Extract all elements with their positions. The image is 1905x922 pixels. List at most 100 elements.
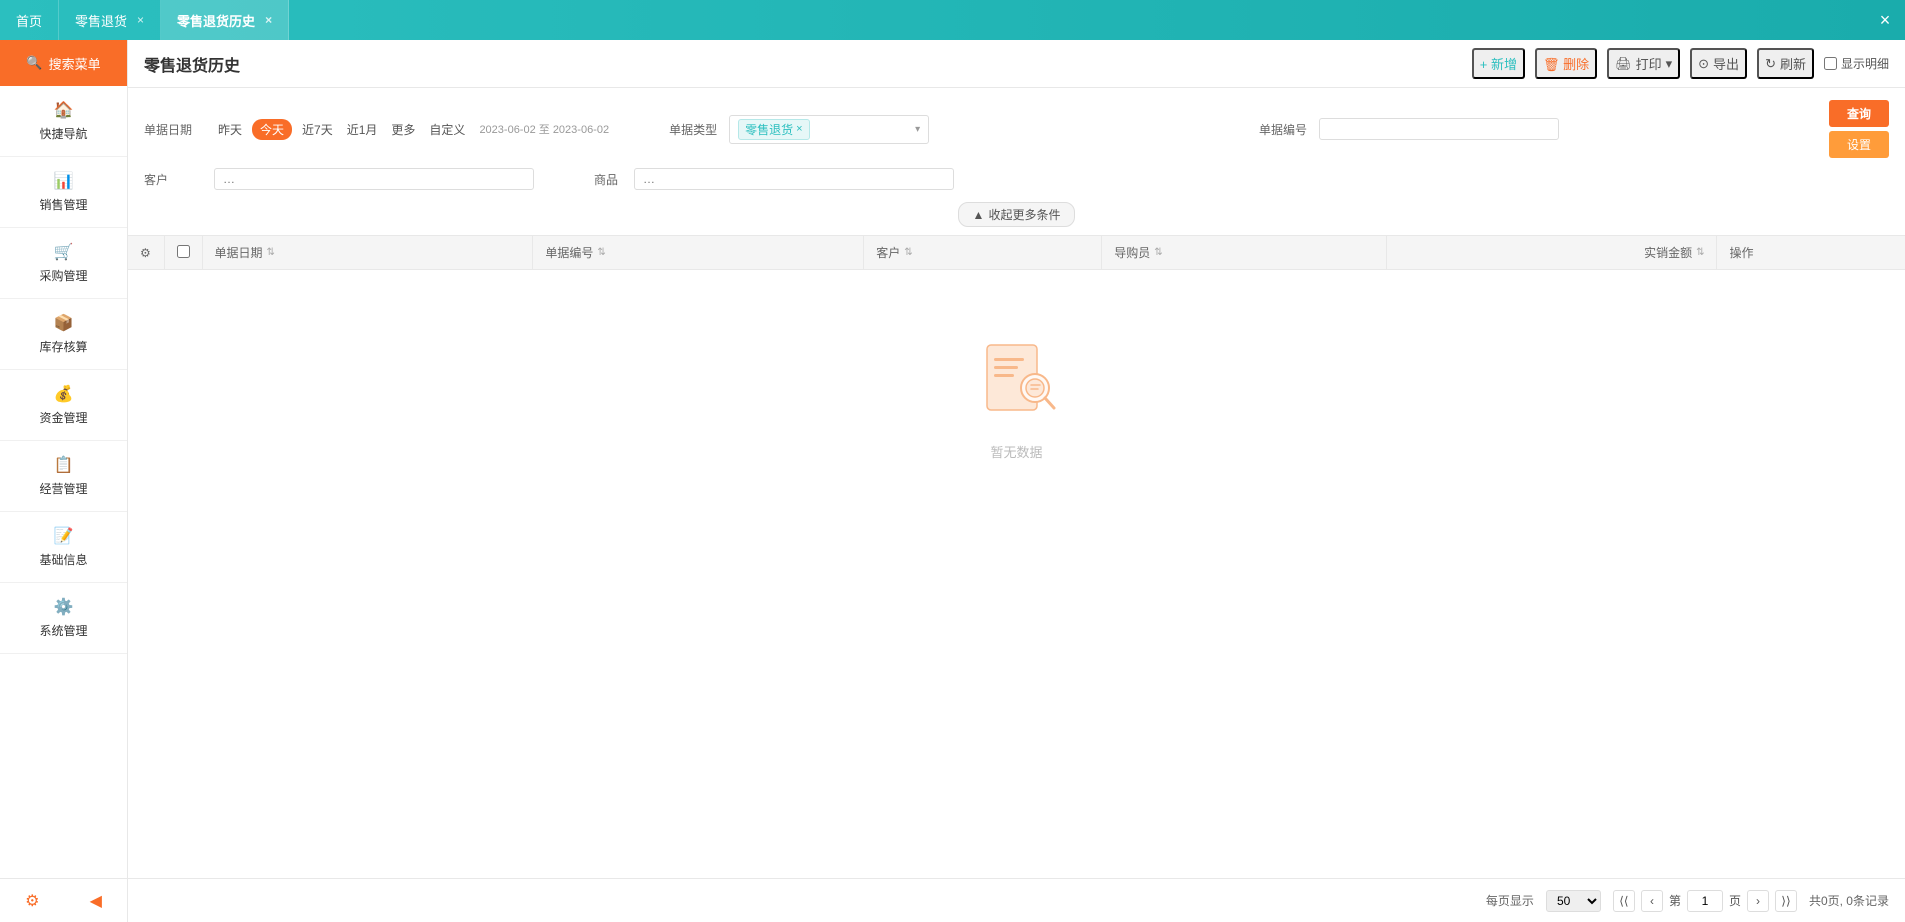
first-page-button[interactable]: ⟨⟨	[1613, 890, 1635, 912]
collapse-label: 收起更多条件	[988, 206, 1060, 223]
sidebar-item-operation[interactable]: 📋 经营管理	[0, 441, 127, 512]
type-select-box[interactable]: 零售退货 × ▾	[729, 115, 929, 144]
th-amount: 实销金额 ⇅	[1386, 236, 1717, 270]
date-filter-label: 单据日期	[144, 121, 214, 138]
select-all-checkbox[interactable]	[177, 245, 190, 258]
top-bar: 首页 零售退货 × 零售退货历史 × ×	[0, 0, 1905, 40]
sidebar-item-label: 销售管理	[39, 196, 87, 213]
query-button[interactable]: 查询	[1829, 100, 1889, 127]
date-option-yesterday[interactable]: 昨天	[214, 119, 246, 140]
sort-voucher-icon[interactable]: ⇅	[597, 247, 605, 258]
print-dropdown-icon: ▾	[1666, 56, 1673, 72]
refresh-button[interactable]: ↻ 刷新	[1757, 48, 1814, 79]
sidebar-search-button[interactable]: 🔍 搜索菜单	[0, 40, 127, 86]
th-settings[interactable]: ⚙	[128, 236, 164, 270]
voucher-filter-label: 单据编号	[1259, 121, 1319, 138]
sort-guide-icon[interactable]: ⇅	[1154, 247, 1162, 258]
sidebar-item-label: 系统管理	[39, 622, 87, 639]
display-detail-checkbox[interactable]	[1824, 57, 1837, 70]
system-icon: ⚙️	[54, 597, 74, 617]
type-tag-label: 零售退货	[745, 121, 793, 138]
export-button[interactable]: ⊙ 导出	[1690, 48, 1747, 79]
goods-input[interactable]	[634, 168, 954, 190]
sidebar-item-label: 基础信息	[39, 551, 87, 568]
collapse-button[interactable]: ▲ 收起更多条件	[958, 202, 1076, 227]
next-page-button[interactable]: ›	[1747, 890, 1769, 912]
th-actions-label: 操作	[1729, 246, 1753, 260]
table-footer: 每页显示 50 10 20 100 ⟨⟨ ‹ 第 页 › ⟩⟩ 共0页, 0条记…	[128, 878, 1905, 922]
new-button[interactable]: + 新增	[1472, 48, 1525, 79]
main-layout: 🔍 搜索菜单 🏠 快捷导航 📊 销售管理 🛒 采购管理 📦 库存核算 💰	[0, 40, 1905, 922]
filter-voucher-section: 单据编号	[1259, 118, 1809, 140]
page-header: 零售退货历史 + 新增 🗑 删除 🖨 打印 ▾ ⊙ 导出 ↻ 刷新	[128, 40, 1905, 88]
filter-row-1: 单据日期 昨天 今天 近7天 近1月 更多 自定义 2023-06-02 至 2…	[144, 100, 1889, 158]
sidebar-item-label: 库存核算	[39, 338, 87, 355]
tab-retail-return-history-label: 零售退货历史	[177, 11, 255, 30]
prev-page-button[interactable]: ‹	[1641, 890, 1663, 912]
display-detail-toggle[interactable]: 显示明细	[1824, 55, 1889, 72]
page-input[interactable]	[1687, 890, 1723, 912]
tab-home[interactable]: 首页	[0, 0, 59, 40]
sidebar-item-finance[interactable]: 💰 资金管理	[0, 370, 127, 441]
sidebar-item-label: 资金管理	[39, 409, 87, 426]
print-icon: 🖨	[1615, 56, 1632, 72]
page-unit: 页	[1729, 892, 1741, 909]
type-tag-close[interactable]: ×	[796, 123, 802, 135]
th-date: 单据日期 ⇅	[202, 236, 533, 270]
sidebar-item-inventory[interactable]: 📦 库存核算	[0, 299, 127, 370]
th-voucher-label: 单据编号	[545, 244, 593, 261]
sort-customer-icon[interactable]: ⇅	[904, 247, 912, 258]
sort-date-icon[interactable]: ⇅	[267, 247, 275, 258]
tab-retail-return[interactable]: 零售退货 ×	[59, 0, 161, 40]
sidebar-nav: 🏠 快捷导航 📊 销售管理 🛒 采购管理 📦 库存核算 💰 资金管理 📋	[0, 86, 127, 878]
th-guide-label: 导购员	[1114, 244, 1150, 261]
sort-amount-icon[interactable]: ⇅	[1696, 247, 1704, 258]
delete-button[interactable]: 🗑 删除	[1535, 48, 1597, 79]
filter-goods-section: 商品	[594, 168, 1889, 190]
toggle-sidebar-icon[interactable]: ◀	[90, 891, 102, 911]
sidebar-item-label: 采购管理	[39, 267, 87, 284]
filter-row-2: 客户 商品	[144, 168, 1889, 190]
sidebar-item-quick-nav[interactable]: 🏠 快捷导航	[0, 86, 127, 157]
date-option-7days[interactable]: 近7天	[298, 119, 337, 140]
sidebar: 🔍 搜索菜单 🏠 快捷导航 📊 销售管理 🛒 采购管理 📦 库存核算 💰	[0, 40, 128, 922]
date-option-1month[interactable]: 近1月	[343, 119, 382, 140]
finance-icon: 💰	[54, 384, 74, 404]
last-page-button[interactable]: ⟩⟩	[1775, 890, 1797, 912]
th-date-label: 单据日期	[215, 244, 263, 261]
type-dropdown-icon: ▾	[915, 124, 920, 135]
collapse-icon: ▲	[973, 208, 985, 222]
settings-icon-bottom[interactable]: ⚙	[25, 891, 39, 911]
tab-retail-return-history[interactable]: 零售退货历史 ×	[161, 0, 289, 40]
basic-info-icon: 📝	[54, 526, 74, 546]
data-table: ⚙ 单据日期 ⇅ 单据编号	[128, 236, 1905, 270]
per-page-select[interactable]: 50 10 20 100	[1546, 890, 1601, 912]
sidebar-bottom: ⚙ ◀	[0, 878, 127, 922]
sales-icon: 📊	[54, 171, 74, 191]
tab-list: 首页 零售退货 × 零售退货历史 ×	[0, 0, 1865, 40]
inventory-icon: 📦	[54, 313, 74, 333]
date-option-today[interactable]: 今天	[252, 119, 292, 140]
tab-retail-return-history-close[interactable]: ×	[265, 13, 272, 27]
toolbar-actions: + 新增 🗑 删除 🖨 打印 ▾ ⊙ 导出 ↻ 刷新 显示明细	[1472, 48, 1889, 79]
operation-icon: 📋	[54, 455, 74, 475]
settings-col-icon: ⚙	[140, 246, 151, 260]
voucher-input[interactable]	[1319, 118, 1559, 140]
th-checkbox[interactable]	[164, 236, 202, 270]
sidebar-item-basic-info[interactable]: 📝 基础信息	[0, 512, 127, 583]
sidebar-item-system[interactable]: ⚙️ 系统管理	[0, 583, 127, 654]
window-close-button[interactable]: ×	[1865, 0, 1905, 40]
tab-retail-return-close[interactable]: ×	[137, 13, 144, 27]
date-option-more[interactable]: 更多	[387, 119, 419, 140]
pagination: ⟨⟨ ‹ 第 页 › ⟩⟩	[1613, 890, 1797, 912]
print-button[interactable]: 🖨 打印 ▾	[1607, 48, 1680, 79]
filter-settings-button[interactable]: 设置	[1829, 131, 1889, 158]
sidebar-item-sales[interactable]: 📊 销售管理	[0, 157, 127, 228]
tab-home-label: 首页	[16, 11, 42, 30]
th-customer-label: 客户	[876, 244, 900, 261]
customer-input[interactable]	[214, 168, 534, 190]
date-option-custom[interactable]: 自定义	[425, 119, 469, 140]
per-page-label: 每页显示	[1486, 892, 1534, 909]
search-icon: 🔍	[26, 55, 42, 71]
sidebar-item-purchase[interactable]: 🛒 采购管理	[0, 228, 127, 299]
